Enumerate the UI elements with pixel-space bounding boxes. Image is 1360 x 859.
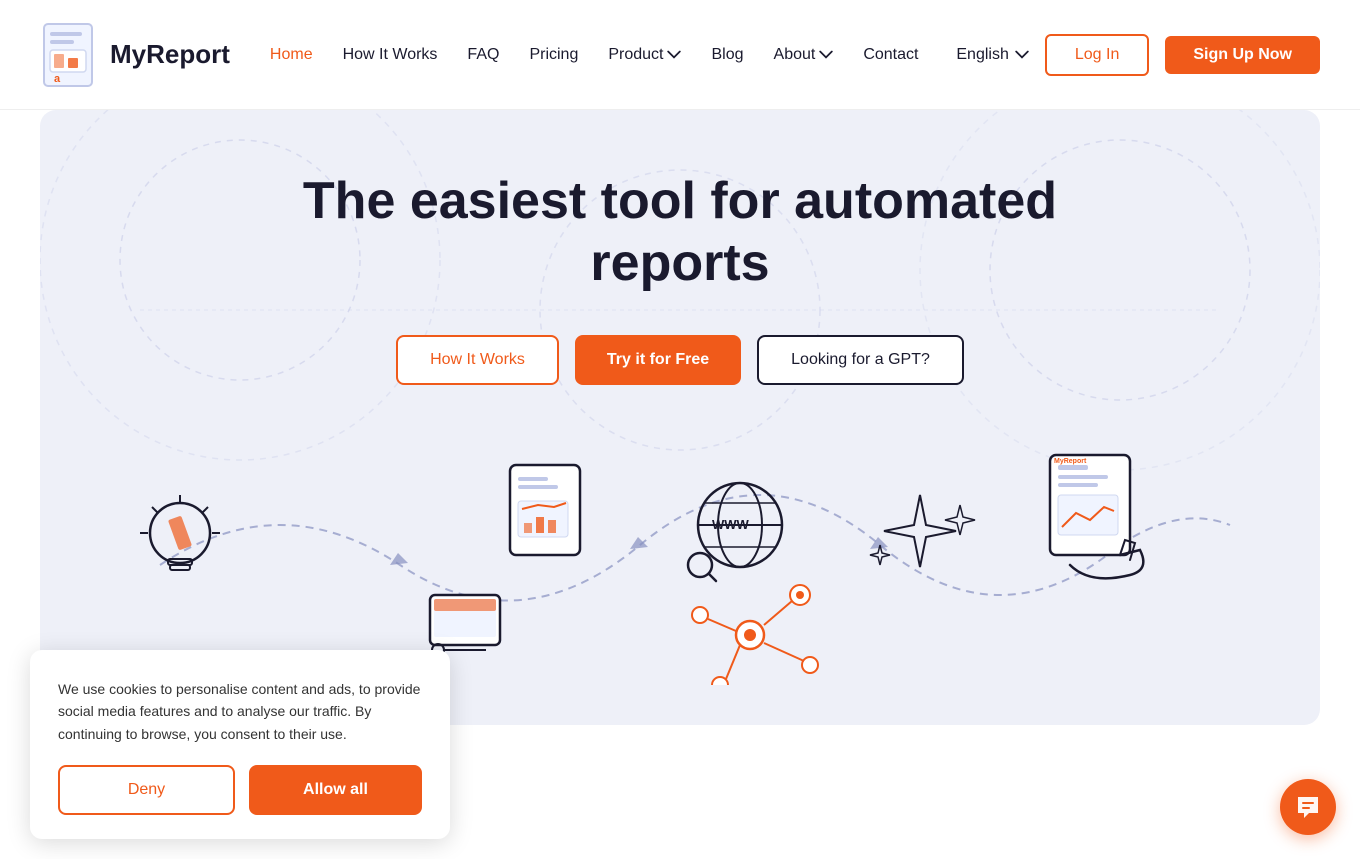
chat-button[interactable] <box>1280 779 1336 835</box>
cookie-banner: We use cookies to personalise content an… <box>30 650 450 839</box>
language-selector[interactable]: English <box>956 46 1028 64</box>
hero-section: The easiest tool for automated reports H… <box>40 110 1320 725</box>
nav-blog[interactable]: Blog <box>711 46 743 64</box>
nav-about[interactable]: About <box>774 46 834 64</box>
logo-icon: a <box>40 20 100 90</box>
svg-text:a: a <box>54 73 61 85</box>
svg-text:WWW: WWW <box>712 517 750 532</box>
hero-buttons: How It Works Try it for Free Looking for… <box>396 335 964 385</box>
nav-links: Home How It Works FAQ Pricing Product Bl… <box>270 46 956 64</box>
chat-icon <box>1294 793 1322 821</box>
nav-product[interactable]: Product <box>608 46 681 64</box>
try-free-btn[interactable]: Try it for Free <box>575 335 741 385</box>
deny-button[interactable]: Deny <box>58 765 235 815</box>
gpt-btn[interactable]: Looking for a GPT? <box>757 335 964 385</box>
nav-home[interactable]: Home <box>270 46 313 64</box>
brand-name: MyReport <box>110 39 230 70</box>
nav-faq[interactable]: FAQ <box>467 46 499 64</box>
cookie-text: We use cookies to personalise content an… <box>58 678 422 745</box>
nav-how-it-works[interactable]: How It Works <box>343 46 438 64</box>
login-button[interactable]: Log In <box>1045 34 1149 76</box>
cookie-buttons: Deny Allow all <box>58 765 422 815</box>
signup-button[interactable]: Sign Up Now <box>1165 36 1320 74</box>
nav-pricing[interactable]: Pricing <box>529 46 578 64</box>
logo-link[interactable]: a MyReport <box>40 20 230 90</box>
nav-contact[interactable]: Contact <box>863 46 918 64</box>
hero-headline: The easiest tool for automated reports <box>250 170 1110 295</box>
how-it-works-btn[interactable]: How It Works <box>396 335 559 385</box>
svg-text:MyReport: MyReport <box>1054 458 1087 465</box>
nav-right: English Log In Sign Up Now <box>956 34 1320 76</box>
navbar: a MyReport Home How It Works FAQ Pricing… <box>0 0 1360 110</box>
allow-button[interactable]: Allow all <box>249 765 422 815</box>
hero-illustration: WWW <box>80 405 1280 685</box>
